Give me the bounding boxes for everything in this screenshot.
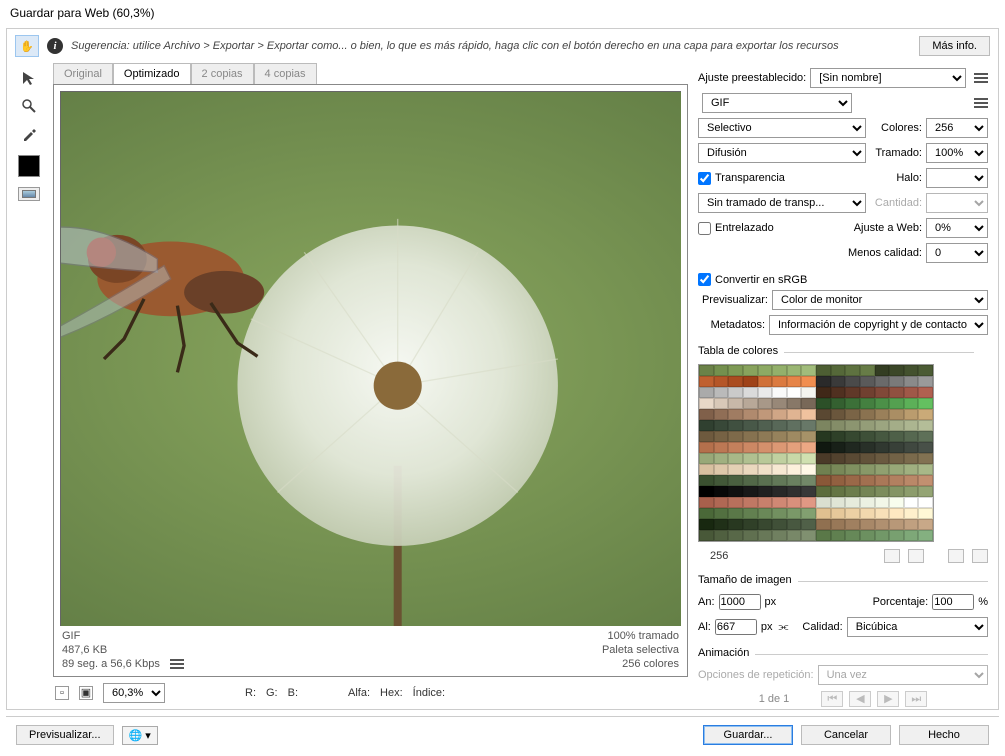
pager-last-icon: ⏭ [905, 691, 927, 707]
percent-unit: % [978, 596, 988, 608]
info-download-time: 89 seg. a 56,6 Kbps [62, 658, 160, 670]
dither-select[interactable]: 100% [926, 143, 988, 163]
lossy-label: Menos calidad: [848, 247, 922, 259]
zoom-tool[interactable] [16, 95, 42, 117]
color-table[interactable] [698, 364, 934, 542]
amount-select [926, 193, 988, 213]
lossy-select[interactable]: 0 [926, 243, 988, 263]
pager-first-icon: ⏮ [821, 691, 843, 707]
info-dither: 100% tramado [607, 630, 679, 642]
preset-menu-icon[interactable] [974, 73, 988, 83]
info-color-count: 256 colores [622, 658, 679, 670]
preset-select[interactable]: [Sin nombre] [810, 68, 966, 88]
cancel-button[interactable]: Cancelar [801, 725, 891, 745]
trans-dither-select[interactable]: Sin tramado de transp... [698, 193, 866, 213]
dither-method-select[interactable]: Difusión [698, 143, 866, 163]
px-label2: px [761, 621, 773, 633]
save-button[interactable]: Guardar... [703, 725, 793, 745]
metadata-label: Metadatos: [698, 319, 765, 331]
ct-delete-icon[interactable] [972, 549, 988, 563]
tab-4up[interactable]: 4 copias [254, 63, 317, 84]
hint-text: Sugerencia: utilice Archivo > Exportar >… [71, 40, 911, 52]
colors-label: Colores: [881, 122, 922, 134]
colors-select[interactable]: 256 [926, 118, 988, 138]
width-label: An: [698, 596, 715, 608]
ct-new-icon[interactable] [948, 549, 964, 563]
preset-label: Ajuste preestablecido: [698, 72, 806, 84]
info-palette: Paleta selectiva [602, 644, 679, 656]
preview-select[interactable]: Color de monitor [772, 290, 988, 310]
animation-heading: Animación [698, 647, 755, 659]
pager-prev-icon: ◀ [849, 691, 871, 707]
matte-select[interactable] [926, 168, 988, 188]
amount-label: Cantidad: [875, 197, 922, 209]
status-index: Índice: [413, 687, 445, 699]
link-icon[interactable]: ⫘ [778, 621, 788, 634]
status-r: R: [245, 687, 256, 699]
tab-optimized[interactable]: Optimizado [113, 63, 191, 84]
quality-select[interactable]: Bicúbica [847, 617, 988, 637]
dither-label: Tramado: [875, 147, 922, 159]
percent-input[interactable] [932, 594, 974, 610]
eyedropper-color-swatch[interactable] [18, 155, 40, 177]
pager-text: 1 de 1 [759, 693, 790, 705]
colortable-heading: Tabla de colores [698, 345, 784, 357]
metadata-select[interactable]: Información de copyright y de contacto [769, 315, 988, 335]
more-info-button[interactable]: Más info. [919, 36, 990, 56]
status-b: B: [288, 687, 298, 699]
px-label1: px [765, 596, 777, 608]
download-menu-icon[interactable] [170, 659, 184, 669]
width-input[interactable] [719, 594, 761, 610]
quality-label: Calidad: [802, 621, 842, 633]
info-icon: i [47, 38, 63, 54]
ct-lock-icon[interactable] [908, 549, 924, 563]
loop-select: Una vez [818, 665, 988, 685]
preview-label: Previsualizar: [698, 294, 768, 306]
slice-select-tool[interactable] [16, 67, 42, 89]
preview-button[interactable]: Previsualizar... [16, 725, 114, 745]
tab-2up[interactable]: 2 copias [191, 63, 254, 84]
percent-label: Porcentaje: [873, 596, 929, 608]
format-select[interactable]: GIF [702, 93, 852, 113]
done-button[interactable]: Hecho [899, 725, 989, 745]
colortable-count: 256 [710, 550, 728, 562]
reduction-select[interactable]: Selectivo [698, 118, 866, 138]
toggle-slices-button[interactable] [18, 187, 40, 201]
websnap-label: Ajuste a Web: [854, 222, 922, 234]
image-preview[interactable] [60, 91, 681, 626]
height-input[interactable] [715, 619, 757, 635]
matte-label: Halo: [896, 172, 922, 184]
loop-label: Opciones de repetición: [698, 669, 814, 681]
eyedropper-tool[interactable] [16, 123, 42, 145]
hand-tool[interactable]: ✋ [15, 35, 39, 57]
browser-menu-icon[interactable]: 🌐 ▾ [122, 726, 158, 745]
optimize-menu-icon[interactable] [974, 98, 988, 108]
info-filesize: 487,6 KB [62, 644, 184, 656]
zoom-out-icon[interactable]: ▫ [55, 686, 69, 700]
imagesize-heading: Tamaño de imagen [698, 574, 798, 586]
zoom-select[interactable]: 60,3% [103, 683, 165, 703]
transparency-checkbox[interactable]: Transparencia [698, 172, 785, 185]
websnap-select[interactable]: 0% [926, 218, 988, 238]
ct-snap-icon[interactable] [884, 549, 900, 563]
info-format: GIF [62, 630, 184, 642]
status-g: G: [266, 687, 278, 699]
height-label: Al: [698, 621, 711, 633]
tab-original[interactable]: Original [53, 63, 113, 84]
interlaced-checkbox[interactable]: Entrelazado [698, 222, 774, 235]
zoom-in-icon[interactable]: ▣ [79, 686, 93, 700]
srgb-checkbox[interactable]: Convertir en sRGB [698, 273, 988, 286]
colortable-menu-icon[interactable] [974, 345, 988, 355]
window-title: Guardar para Web (60,3%) [0, 0, 1005, 26]
pager-next-icon: ▶ [877, 691, 899, 707]
status-alpha: Alfa: [348, 687, 370, 699]
status-hex: Hex: [380, 687, 403, 699]
